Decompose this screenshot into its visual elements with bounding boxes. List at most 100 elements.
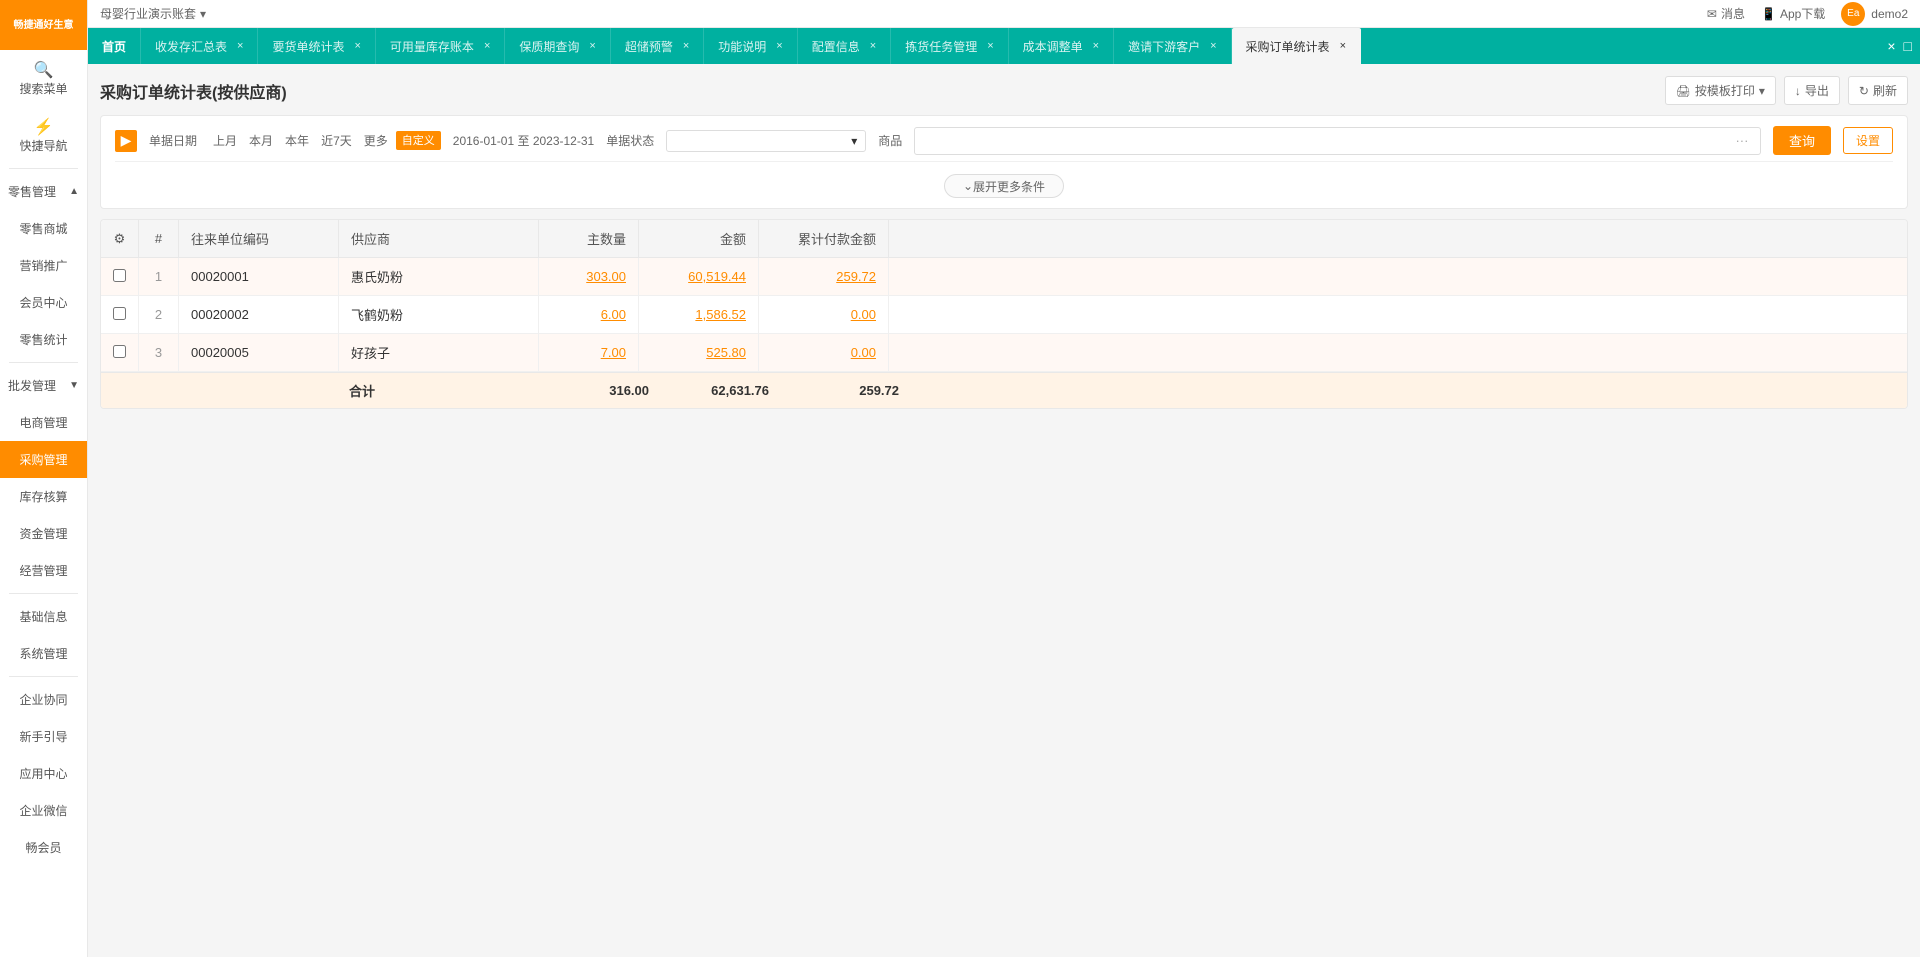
footer-amount: 62,631.76 <box>649 383 769 398</box>
sidebar-item-member[interactable]: 会员中心 <box>0 284 87 321</box>
tabbar: 首页 收发存汇总表 × 要货单统计表 × 可用量库存账本 × 保质期查询 × 超… <box>88 28 1920 64</box>
tab-home[interactable]: 首页 <box>88 28 141 64</box>
row2-checkbox[interactable] <box>101 296 139 334</box>
tab-receive-send-close[interactable]: × <box>237 40 243 52</box>
user-info[interactable]: Ea demo2 <box>1841 2 1908 26</box>
sidebar-item-shortcut[interactable]: ⚡ 快捷导航 <box>0 107 87 164</box>
tab-overstock[interactable]: 超储预警 × <box>611 28 704 64</box>
tab-available-stock-label: 可用量库存账本 <box>390 38 474 55</box>
status-select[interactable]: ▾ <box>666 130 866 152</box>
row2-amount[interactable]: 1,586.52 <box>639 296 759 334</box>
tab-available-stock[interactable]: 可用量库存账本 × <box>376 28 505 64</box>
tab-pick-task-close[interactable]: × <box>987 40 993 52</box>
row1-paid-amount[interactable]: 259.72 <box>759 258 889 296</box>
tab-purchase-stat[interactable]: 采购订单统计表 × <box>1232 28 1361 64</box>
row1-main-qty[interactable]: 303.00 <box>539 258 639 296</box>
shortcut-more[interactable]: 更多 <box>360 131 392 150</box>
row3-check[interactable] <box>113 345 126 358</box>
shortcut-last-month[interactable]: 上月 <box>209 131 241 150</box>
date-filter-label: 单据日期 <box>149 132 197 149</box>
tab-config-close[interactable]: × <box>870 40 876 52</box>
row2-main-qty[interactable]: 6.00 <box>539 296 639 334</box>
row2-paid-amount[interactable]: 0.00 <box>759 296 889 334</box>
row1-amount[interactable]: 60,519.44 <box>639 258 759 296</box>
message-icon: ✉ <box>1707 7 1717 21</box>
row3-paid-amount[interactable]: 0.00 <box>759 334 889 372</box>
tab-purchase-stat-close[interactable]: × <box>1340 40 1346 52</box>
tab-available-stock-close[interactable]: × <box>484 40 490 52</box>
tab-config[interactable]: 配置信息 × <box>798 28 891 64</box>
shortcut-this-year[interactable]: 本年 <box>281 131 313 150</box>
workspace-dropdown[interactable]: 母婴行业演示账套 ▾ <box>100 5 206 22</box>
tab-restore-btn[interactable]: □ <box>1904 38 1912 54</box>
sidebar-item-ecommerce[interactable]: 电商管理 <box>0 404 87 441</box>
tab-cost-adjust-close[interactable]: × <box>1093 40 1099 52</box>
table-body: 1 00020001 惠氏奶粉 303.00 60,519.44 259.72 … <box>101 258 1907 372</box>
collapse-arrow-btn[interactable]: ▶ <box>115 130 137 152</box>
goods-input[interactable] <box>923 134 1732 148</box>
sidebar-item-enterprise-collab[interactable]: 企业协同 <box>0 681 87 718</box>
sidebar-item-retail-shop[interactable]: 零售商城 <box>0 210 87 247</box>
row3-main-qty[interactable]: 7.00 <box>539 334 639 372</box>
expand-conditions-btn[interactable]: ⌄ 展开更多条件 <box>944 174 1064 198</box>
sidebar-item-app-center[interactable]: 应用中心 <box>0 755 87 792</box>
sidebar-item-purchase[interactable]: 采购管理 <box>0 441 87 478</box>
export-button[interactable]: ↓ 导出 <box>1784 76 1840 105</box>
sidebar-item-retail[interactable]: 零售管理 ▲ <box>0 173 87 210</box>
tab-order-stat-close[interactable]: × <box>354 40 360 52</box>
sidebar-item-enterprise-wechat[interactable]: 企业微信 <box>0 792 87 829</box>
tab-close-all-btn[interactable]: × <box>1887 38 1895 54</box>
tab-receive-send-label: 收发存汇总表 <box>155 38 227 55</box>
tab-warranty-close[interactable]: × <box>589 40 595 52</box>
sidebar-item-basic[interactable]: 基础信息 <box>0 598 87 635</box>
sidebar-item-finance[interactable]: 资金管理 <box>0 515 87 552</box>
goods-input-wrapper: ··· <box>914 127 1761 155</box>
tab-receive-send[interactable]: 收发存汇总表 × <box>141 28 258 64</box>
print-button[interactable]: 🖨 按模板打印 ▾ <box>1665 76 1776 105</box>
row3-checkbox[interactable] <box>101 334 139 372</box>
goods-search-icon[interactable]: ··· <box>1732 131 1752 151</box>
sidebar-divider-4 <box>9 676 79 677</box>
tab-func-desc[interactable]: 功能说明 × <box>704 28 797 64</box>
shortcut-this-month[interactable]: 本月 <box>245 131 277 150</box>
sidebar-item-system[interactable]: 系统管理 <box>0 635 87 672</box>
sidebar-divider-3 <box>9 593 79 594</box>
tab-overstock-close[interactable]: × <box>683 40 689 52</box>
settings-button[interactable]: 设置 <box>1843 127 1893 154</box>
row1-checkbox[interactable] <box>101 258 139 296</box>
sidebar-item-retail-stat[interactable]: 零售统计 <box>0 321 87 358</box>
row2-check[interactable] <box>113 307 126 320</box>
table-row: 2 00020002 飞鹤奶粉 6.00 1,586.52 0.00 <box>101 296 1907 334</box>
th-settings[interactable]: ⚙ <box>101 220 139 258</box>
export-icon: ↓ <box>1795 84 1801 98</box>
tab-warranty[interactable]: 保质期查询 × <box>505 28 610 64</box>
tab-pick-task[interactable]: 拣货任务管理 × <box>891 28 1008 64</box>
row1-extra <box>889 258 1908 296</box>
sidebar-item-wholesale[interactable]: 批发管理 ▼ <box>0 367 87 404</box>
tab-invite-downstream[interactable]: 邀请下游客户 × <box>1114 28 1231 64</box>
tab-invite-downstream-close[interactable]: × <box>1210 40 1216 52</box>
expand-row: ⌄ 展开更多条件 <box>115 168 1893 198</box>
message-btn[interactable]: ✉ 消息 <box>1707 5 1745 22</box>
sidebar-item-operation-label: 经营管理 <box>19 564 67 578</box>
sidebar-item-new-guide[interactable]: 新手引导 <box>0 718 87 755</box>
sidebar-item-member2[interactable]: 畅会员 <box>0 829 87 866</box>
tab-func-desc-close[interactable]: × <box>776 40 782 52</box>
refresh-button[interactable]: ↻ 刷新 <box>1848 76 1908 105</box>
sidebar-item-marketing[interactable]: 营销推广 <box>0 247 87 284</box>
th-main-qty: 主数量 <box>539 220 639 258</box>
row3-amount[interactable]: 525.80 <box>639 334 759 372</box>
app-logo: 畅捷通好生意 <box>0 0 88 50</box>
shortcut-7days[interactable]: 近7天 <box>317 131 356 150</box>
tab-cost-adjust[interactable]: 成本调整单 × <box>1009 28 1114 64</box>
sidebar-item-operation[interactable]: 经营管理 <box>0 552 87 589</box>
sidebar-item-inventory[interactable]: 库存核算 <box>0 478 87 515</box>
row1-check[interactable] <box>113 269 126 282</box>
search-button[interactable]: 查询 <box>1773 126 1831 155</box>
app-download-btn[interactable]: 📱 App下载 <box>1761 5 1825 22</box>
sidebar-item-purchase-label: 采购管理 <box>19 453 67 467</box>
sidebar-item-search[interactable]: 🔍 搜索菜单 <box>0 50 87 107</box>
sidebar-item-basic-label: 基础信息 <box>19 610 67 624</box>
user-name: demo2 <box>1871 7 1908 21</box>
tab-order-stat[interactable]: 要货单统计表 × <box>258 28 375 64</box>
